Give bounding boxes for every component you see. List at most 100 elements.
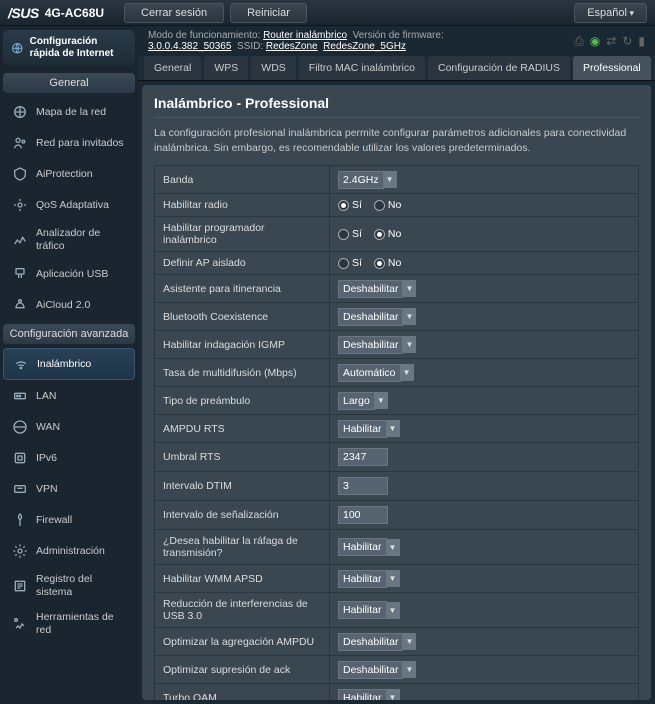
select-18[interactable]: Habilitar xyxy=(338,689,387,700)
mode-link[interactable]: Router inalámbrico xyxy=(263,30,347,41)
quick-internet-setup[interactable]: Configuración rápida de Internet xyxy=(3,30,135,66)
language-select[interactable]: Español xyxy=(574,3,647,23)
sidebar-general-6[interactable]: AiCloud 2.0 xyxy=(3,290,135,320)
sidebar-general-5[interactable]: Aplicación USB xyxy=(3,259,135,289)
table-row: Reducción de interferencias de USB 3.0Ha… xyxy=(155,593,639,628)
radio-yes[interactable]: Sí xyxy=(338,228,362,240)
page-description: La configuración profesional inalámbrica… xyxy=(154,126,639,155)
sidebar-general-1[interactable]: Red para invitados xyxy=(3,128,135,158)
chevron-down-icon[interactable]: ▼ xyxy=(386,539,400,556)
sidebar-advanced-8[interactable]: Herramientas de red xyxy=(3,605,135,642)
sidebar-advanced-5[interactable]: Firewall xyxy=(3,505,135,535)
tab-2[interactable]: WDS xyxy=(251,56,296,80)
table-row: Umbral RTS xyxy=(155,443,639,472)
chevron-down-icon[interactable]: ▼ xyxy=(386,420,400,437)
sidebar-advanced-6[interactable]: Administración xyxy=(3,536,135,566)
setting-control-cell: Habilitar▼ xyxy=(330,593,639,628)
nav-label: Inalámbrico xyxy=(37,358,91,371)
sidebar-advanced-3[interactable]: IPv6 xyxy=(3,443,135,473)
radio-no[interactable]: No xyxy=(374,228,401,240)
logout-button[interactable]: Cerrar sesión xyxy=(124,3,224,23)
nav-icon xyxy=(11,134,29,152)
select-17[interactable]: Deshabilitar xyxy=(338,661,403,679)
select-7[interactable]: Automático xyxy=(338,364,401,382)
radio-dot-icon xyxy=(374,200,385,211)
select-16[interactable]: Deshabilitar xyxy=(338,633,403,651)
sidebar-general-3[interactable]: QoS Adaptativa xyxy=(3,190,135,220)
tab-1[interactable]: WPS xyxy=(204,56,248,80)
sidebar-advanced-4[interactable]: VPN xyxy=(3,474,135,504)
select-15[interactable]: Habilitar xyxy=(338,601,387,619)
ssid-24-link[interactable]: RedesZone xyxy=(266,41,318,52)
table-row: ¿Desea habilitar la ráfaga de transmisió… xyxy=(155,530,639,565)
chevron-down-icon[interactable]: ▼ xyxy=(386,570,400,587)
radio-yes[interactable]: Sí xyxy=(338,257,362,269)
nav-icon xyxy=(11,480,29,498)
sidebar-advanced-0[interactable]: Inalámbrico xyxy=(3,348,135,380)
nav-icon xyxy=(12,355,30,373)
select-14[interactable]: Habilitar xyxy=(338,570,387,588)
tab-3[interactable]: Filtro MAC inalámbrico xyxy=(299,56,425,80)
table-row: Habilitar WMM APSDHabilitar▼ xyxy=(155,565,639,593)
chevron-down-icon[interactable]: ▼ xyxy=(383,171,397,188)
settings-table: Banda2.4GHz▼Habilitar radio Sí No Habili… xyxy=(154,165,639,700)
select-0[interactable]: 2.4GHz xyxy=(338,171,384,189)
info-strip: Modo de funcionamiento: Router inalámbri… xyxy=(138,26,655,56)
nav-icon xyxy=(11,542,29,560)
setting-label: Turbo QAM xyxy=(155,684,330,700)
chevron-down-icon[interactable]: ▼ xyxy=(402,336,416,353)
setting-control-cell xyxy=(330,501,639,530)
reboot-button[interactable]: Reiniciar xyxy=(230,3,307,23)
model-name: 4G-AC68U xyxy=(45,6,104,20)
radio-no[interactable]: No xyxy=(374,199,401,211)
setting-label: ¿Desea habilitar la ráfaga de transmisió… xyxy=(155,530,330,565)
setting-control-cell: Deshabilitar▼ xyxy=(330,275,639,303)
sidebar-general-2[interactable]: AiProtection xyxy=(3,159,135,189)
nav-label: VPN xyxy=(36,483,58,496)
table-row: Tipo de preámbulo Largo▼ xyxy=(155,387,639,415)
tab-5[interactable]: Professional xyxy=(573,56,651,80)
chevron-down-icon[interactable]: ▼ xyxy=(402,308,416,325)
fw-link[interactable]: 3.0.0.4.382_50365 xyxy=(148,41,231,52)
select-8[interactable]: Largo xyxy=(338,392,375,410)
setting-label: Bluetooth Coexistence xyxy=(155,303,330,331)
table-row: Habilitar programador inalámbrico Sí No xyxy=(155,217,639,252)
table-row: Definir AP aislado Sí No xyxy=(155,252,639,275)
input-12[interactable] xyxy=(338,506,388,524)
setting-label: Intervalo DTIM xyxy=(155,472,330,501)
sidebar-general-0[interactable]: Mapa de la red xyxy=(3,97,135,127)
chevron-down-icon[interactable]: ▼ xyxy=(402,661,416,678)
chevron-down-icon[interactable]: ▼ xyxy=(400,364,414,381)
chevron-down-icon[interactable]: ▼ xyxy=(374,392,388,409)
chevron-down-icon[interactable]: ▼ xyxy=(402,633,416,650)
table-row: Intervalo de señalización xyxy=(155,501,639,530)
setting-control-cell: Habilitar▼ xyxy=(330,530,639,565)
setting-label: Tipo de preámbulo xyxy=(155,387,330,415)
nav-label: IPv6 xyxy=(36,452,57,465)
setting-label: Tasa de multidifusión (Mbps) xyxy=(155,359,330,387)
chevron-down-icon[interactable]: ▼ xyxy=(386,602,400,619)
quick-setup-label: Configuración rápida de Internet xyxy=(30,36,127,60)
select-4[interactable]: Deshabilitar xyxy=(338,280,403,298)
sidebar-advanced-7[interactable]: Registro del sistema xyxy=(3,567,135,604)
select-13[interactable]: Habilitar xyxy=(338,538,387,556)
tab-0[interactable]: General xyxy=(144,56,201,80)
usb-icon: ⇄ xyxy=(606,34,616,49)
chevron-down-icon[interactable]: ▼ xyxy=(386,689,400,700)
chevron-down-icon[interactable]: ▼ xyxy=(402,280,416,297)
ssid-5-link[interactable]: RedesZone_5GHz xyxy=(323,41,406,52)
select-6[interactable]: Deshabilitar xyxy=(338,336,403,354)
table-row: Intervalo DTIM xyxy=(155,472,639,501)
sidebar-advanced-2[interactable]: WAN xyxy=(3,412,135,442)
sidebar-general-4[interactable]: Analizador de tráfico xyxy=(3,221,135,258)
select-5[interactable]: Deshabilitar xyxy=(338,308,403,326)
tab-4[interactable]: Configuración de RADIUS xyxy=(428,56,570,80)
select-9[interactable]: Habilitar xyxy=(338,420,387,438)
radio-yes[interactable]: Sí xyxy=(338,199,362,211)
input-11[interactable] xyxy=(338,477,388,495)
sidebar: Configuración rápida de Internet General… xyxy=(0,26,138,704)
input-10[interactable] xyxy=(338,448,388,466)
setting-control-cell: Habilitar▼ xyxy=(330,684,639,700)
radio-no[interactable]: No xyxy=(374,257,401,269)
sidebar-advanced-1[interactable]: LAN xyxy=(3,381,135,411)
